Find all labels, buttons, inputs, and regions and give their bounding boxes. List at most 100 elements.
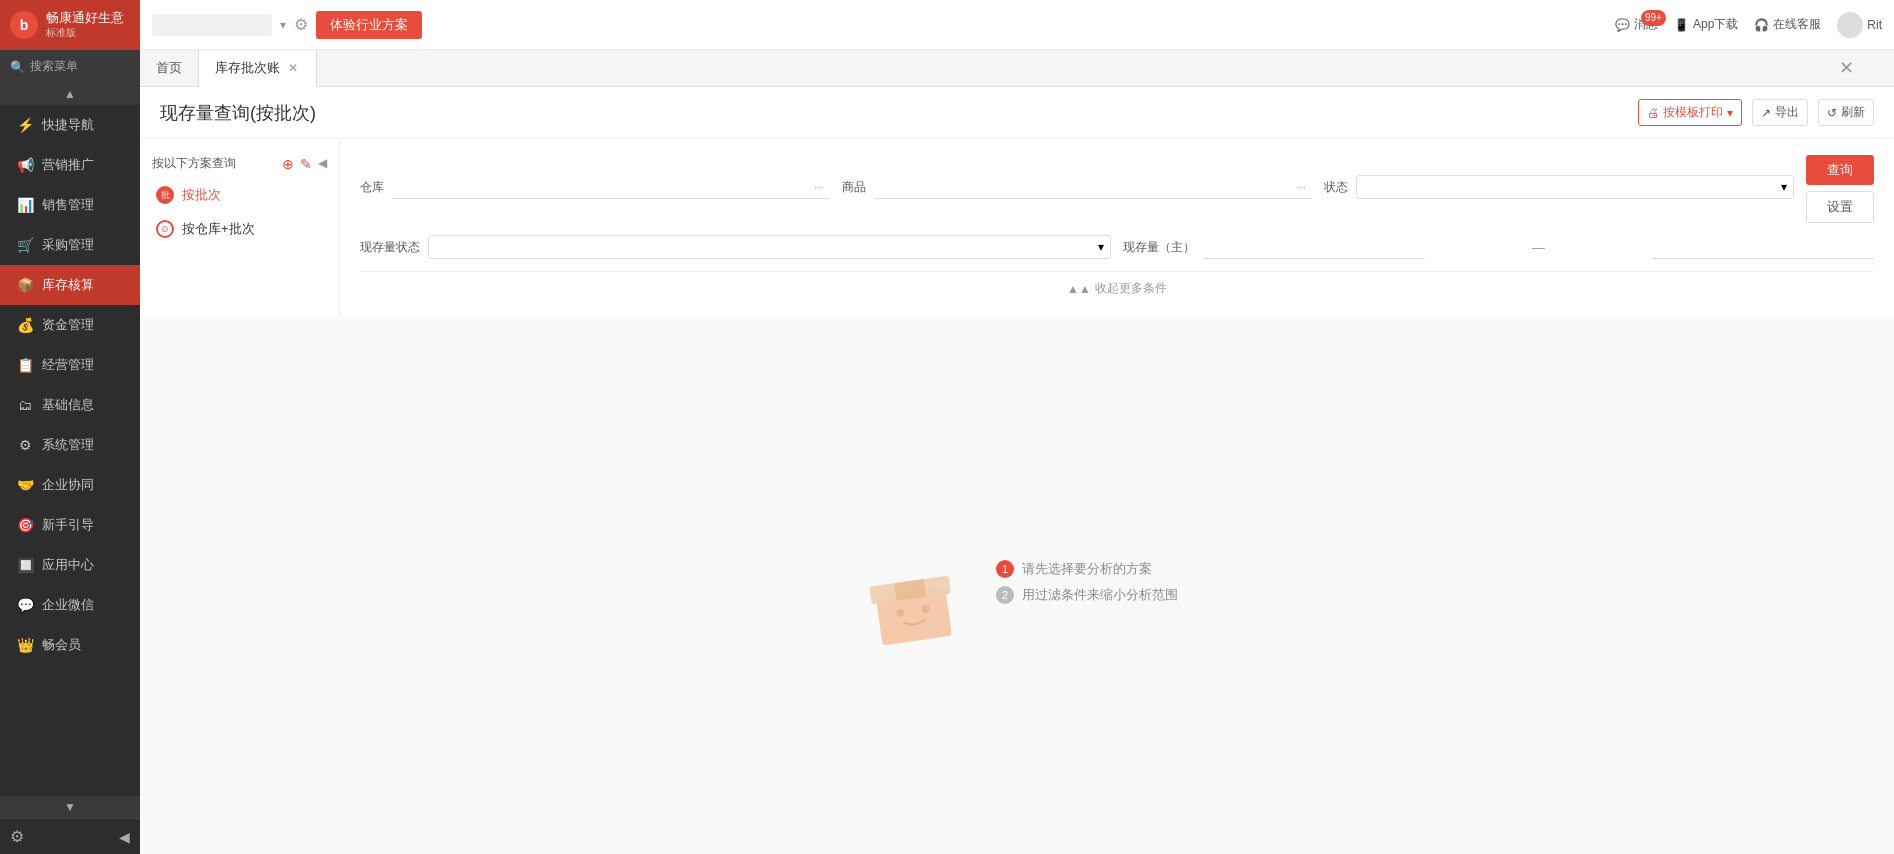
marketing-icon: 📢: [16, 156, 34, 174]
username-label: Rit: [1867, 18, 1882, 32]
sidebar-item-enterprise[interactable]: 🤝 企业协同: [0, 465, 140, 505]
topbar: ▾ ⚙ 体验行业方案 💬 消息 99+ 📱 App下载 🎧 在线客服 Rit: [140, 0, 1894, 50]
settings-button[interactable]: 设置: [1806, 191, 1874, 223]
topbar-settings-icon[interactable]: ⚙: [294, 15, 308, 34]
export-button[interactable]: ↗ 导出: [1752, 99, 1808, 126]
headset-icon: 🎧: [1754, 18, 1769, 32]
sidebar-item-operations[interactable]: 📋 经营管理: [0, 345, 140, 385]
trial-button[interactable]: 体验行业方案: [316, 11, 422, 39]
messages-icon: 💬: [1615, 18, 1630, 32]
refresh-label: 刷新: [1841, 104, 1865, 121]
apps-icon: 🔲: [16, 556, 34, 574]
sidebar-item-wechat[interactable]: 💬 企业微信: [0, 585, 140, 625]
system-icon: ⚙: [16, 436, 34, 454]
sidebar-item-label: 快捷导航: [42, 116, 94, 134]
search-menu[interactable]: 🔍 搜索菜单: [0, 50, 140, 83]
app-download-icon: 📱: [1674, 18, 1689, 32]
by-warehouse-batch-icon: ⊙: [156, 220, 174, 238]
settings-icon[interactable]: ⚙: [10, 827, 24, 846]
sidebar-item-label: 基础信息: [42, 396, 94, 414]
quick-nav-icon: ⚡: [16, 116, 34, 134]
warehouse-dots[interactable]: ···: [814, 180, 824, 194]
app-download-label: App下载: [1693, 16, 1738, 33]
empty-state: 1 请先选择要分析的方案 2 用过滤条件来缩小分析范围: [140, 317, 1894, 854]
sidebar-item-system[interactable]: ⚙ 系统管理: [0, 425, 140, 465]
app-info: 畅康通好生意 标准版: [46, 10, 124, 41]
messages-button[interactable]: 💬 消息 99+: [1615, 16, 1658, 33]
product-input[interactable]: ···: [874, 176, 1312, 199]
sidebar-item-member[interactable]: 👑 畅会员: [0, 625, 140, 665]
sidebar-item-inventory[interactable]: 📦 库存核算: [0, 265, 140, 305]
sidebar-item-label: 新手引导: [42, 516, 94, 534]
sidebar-item-quick-nav[interactable]: ⚡ 快捷导航: [0, 105, 140, 145]
by-batch-label: 按批次: [182, 186, 221, 204]
sidebar: b 畅康通好生意 标准版 🔍 搜索菜单 ▲ ⚡ 快捷导航 📢 营销推广 📊 销售…: [0, 0, 140, 854]
empty-hints: 1 请先选择要分析的方案 2 用过滤条件来缩小分析范围: [996, 560, 1178, 612]
export-icon: ↗: [1761, 106, 1771, 120]
topbar-search-input[interactable]: [152, 14, 272, 36]
print-label: 按模板打印: [1663, 104, 1723, 121]
inventory-status-select[interactable]: ▾: [428, 235, 1111, 259]
home-tab-label: 首页: [156, 59, 182, 77]
user-menu[interactable]: Rit: [1837, 12, 1882, 38]
wechat-icon: 💬: [16, 596, 34, 614]
filter-panel: 按以下方案查询 ⊕ ✎ ◀ 批 按批次 ⊙ 按仓库+批次: [140, 139, 1894, 317]
topbar-dropdown-icon[interactable]: ▾: [280, 18, 286, 32]
sidebar-item-newbie[interactable]: 🎯 新手引导: [0, 505, 140, 545]
sidebar-item-basics[interactable]: 🗂 基础信息: [0, 385, 140, 425]
product-dots[interactable]: ···: [1296, 180, 1306, 194]
chevron-down-icon2: ▾: [1098, 240, 1104, 254]
sidebar-item-finance[interactable]: 💰 资金管理: [0, 305, 140, 345]
product-label: 商品: [842, 179, 866, 196]
sidebar-item-label: 企业协同: [42, 476, 94, 494]
inventory-qty-dash: —: [1433, 240, 1643, 255]
empty-box-svg: [856, 536, 966, 646]
sidebar-item-sales[interactable]: 📊 销售管理: [0, 185, 140, 225]
status-select[interactable]: ▾: [1356, 175, 1794, 199]
print-dropdown-icon[interactable]: ▾: [1727, 106, 1733, 120]
by-batch-icon: 批: [156, 186, 174, 204]
sidebar-header: b 畅康通好生意 标准版: [0, 0, 140, 50]
refresh-button[interactable]: ↺ 刷新: [1818, 99, 1874, 126]
filter-status: 状态 ▾: [1324, 175, 1794, 199]
page-title: 现存量查询(按批次): [160, 101, 316, 125]
tab-inventory-batch[interactable]: 库存批次账 ✕: [199, 51, 317, 87]
collapse-sidebar-icon[interactable]: ◀: [119, 829, 130, 845]
filter-plan-by-warehouse-batch[interactable]: ⊙ 按仓库+批次: [140, 212, 339, 246]
enterprise-icon: 🤝: [16, 476, 34, 494]
query-button[interactable]: 查询: [1806, 155, 1874, 185]
topbar-right: 💬 消息 99+ 📱 App下载 🎧 在线客服 Rit: [1615, 12, 1882, 38]
sidebar-item-label: 营销推广: [42, 156, 94, 174]
edit-plan-button[interactable]: ✎: [300, 156, 312, 172]
inventory-qty-from[interactable]: [1203, 236, 1425, 259]
collapse-filter-icon[interactable]: ◀: [318, 156, 327, 172]
filter-sidebar-actions: ⊕ ✎ ◀: [282, 156, 327, 172]
sidebar-item-label: 企业微信: [42, 596, 94, 614]
filter-main: 仓库 ··· 商品 ··· 状态: [340, 139, 1894, 317]
filter-plan-by-batch[interactable]: 批 按批次: [140, 178, 339, 212]
print-button[interactable]: 🖨 按模板打印 ▾: [1638, 99, 1742, 126]
export-label: 导出: [1775, 104, 1799, 121]
tab-close-icon[interactable]: ✕: [286, 61, 300, 75]
sidebar-item-label: 经营管理: [42, 356, 94, 374]
sidebar-item-marketing[interactable]: 📢 营销推广: [0, 145, 140, 185]
collapse-filter-button[interactable]: ▲▲ 收起更多条件: [360, 271, 1874, 305]
sidebar-item-purchase[interactable]: 🛒 采购管理: [0, 225, 140, 265]
inventory-qty-to[interactable]: [1652, 236, 1874, 259]
scroll-down-button[interactable]: ▼: [0, 796, 140, 818]
topbar-left: ▾ ⚙ 体验行业方案: [152, 11, 1607, 39]
page-header: 现存量查询(按批次) 🖨 按模板打印 ▾ ↗ 导出 ↺ 刷新: [140, 87, 1894, 139]
online-service-button[interactable]: 🎧 在线客服: [1754, 16, 1821, 33]
add-plan-button[interactable]: ⊕: [282, 156, 294, 172]
member-icon: 👑: [16, 636, 34, 654]
filter-sidebar-title: 按以下方案查询: [152, 155, 236, 172]
collapse-label: 收起更多条件: [1095, 280, 1167, 297]
warehouse-input[interactable]: ···: [392, 176, 830, 199]
tabbar-close-button[interactable]: ✕: [1839, 57, 1854, 79]
sidebar-item-apps[interactable]: 🔲 应用中心: [0, 545, 140, 585]
inventory-icon: 📦: [16, 276, 34, 294]
tab-home[interactable]: 首页: [140, 50, 199, 86]
messages-badge: 99+: [1641, 10, 1666, 26]
scroll-up-button[interactable]: ▲: [0, 83, 140, 105]
app-download-button[interactable]: 📱 App下载: [1674, 16, 1738, 33]
